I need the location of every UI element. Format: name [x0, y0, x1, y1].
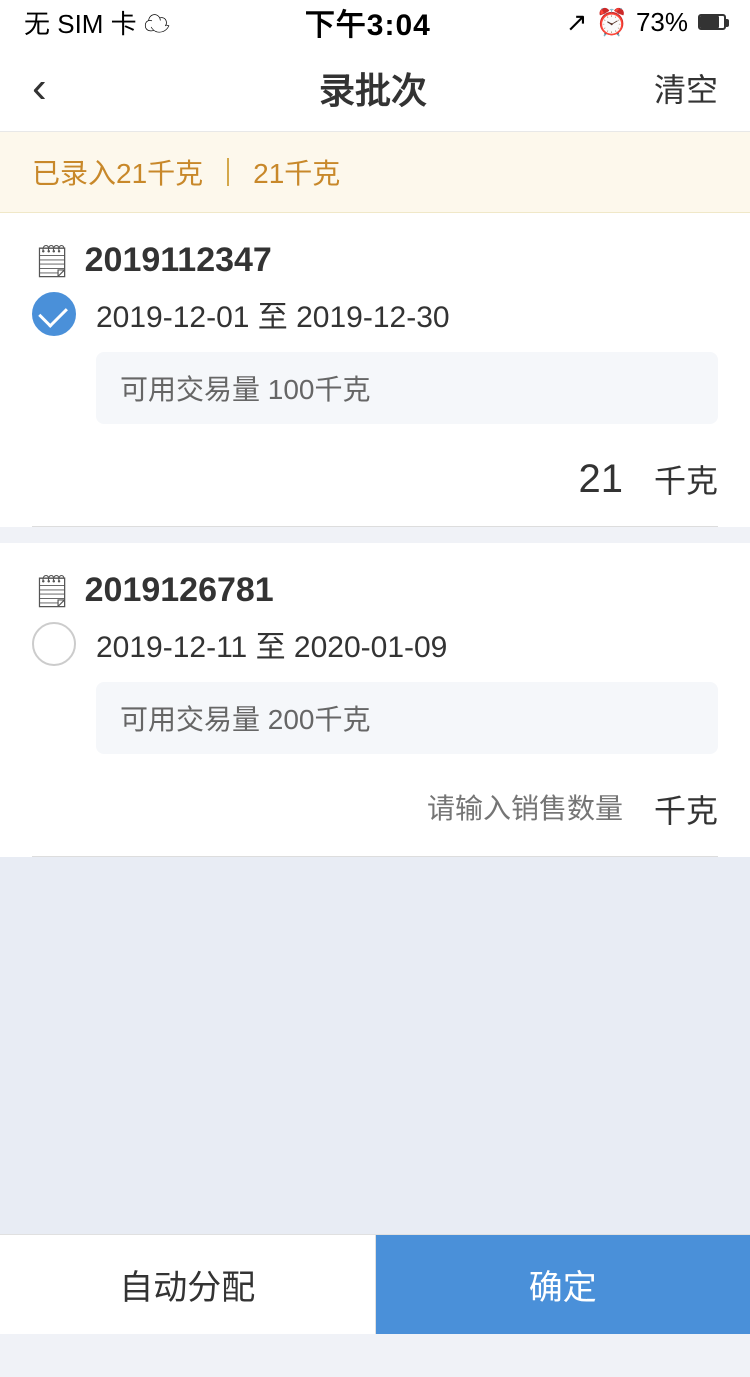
- quantity-row-1: 千克: [0, 440, 750, 526]
- card-separator-1: [0, 527, 750, 543]
- batch-date-1: 2019-12-01 至 2019-12-30: [96, 292, 450, 336]
- available-qty-box-1: 可用交易量 100千克: [96, 352, 718, 424]
- batch-header-2: 🗒 2019126781: [32, 571, 718, 610]
- batch-date-row-2[interactable]: 2019-12-11 至 2020-01-09: [32, 622, 718, 666]
- auto-distribute-button[interactable]: 自动分配: [0, 1235, 376, 1334]
- quantity-input-1[interactable]: [518, 457, 638, 502]
- back-button[interactable]: ‹: [32, 63, 92, 113]
- summary-banner: 已录入21千克 21千克: [0, 132, 750, 213]
- batch-card-1: 🗒 2019112347 2019-12-01 至 2019-12-30 可用交…: [0, 213, 750, 527]
- battery-text: 73%: [636, 7, 688, 38]
- clear-button[interactable]: 清空: [654, 65, 718, 111]
- quantity-row-2: 千克: [0, 770, 750, 856]
- batch-header-1: 🗒 2019112347: [32, 241, 718, 280]
- radio-checked-1[interactable]: [32, 292, 76, 336]
- status-bar: 无 SIM 卡 ☁ 下午3:04 ↗ ⏰ 73%: [0, 0, 750, 44]
- signal-text: 无 SIM 卡 ☁: [24, 4, 170, 41]
- available-qty-2: 可用交易量 200千克: [120, 704, 371, 735]
- main-content: 已录入21千克 21千克 🗒 2019112347 2019-12-01 至 2…: [0, 132, 750, 1377]
- status-left: 无 SIM 卡 ☁: [24, 4, 170, 41]
- confirm-button[interactable]: 确定: [376, 1235, 750, 1334]
- batch-id-icon-1: 🗒: [32, 242, 73, 280]
- total-label: 21千克: [253, 152, 340, 192]
- status-time: 下午3:04: [305, 0, 431, 44]
- batch-id-1: 2019112347: [85, 241, 272, 280]
- recorded-label: 已录入21千克: [32, 152, 203, 192]
- status-right: ↗ ⏰ 73%: [566, 7, 726, 38]
- batch-date-2: 2019-12-11 至 2020-01-09: [96, 622, 447, 666]
- available-qty-1: 可用交易量 100千克: [120, 374, 371, 405]
- batch-card-2: 🗒 2019126781 2019-12-11 至 2020-01-09 可用交…: [0, 543, 750, 857]
- quantity-unit-2: 千克: [654, 786, 718, 832]
- radio-unchecked-2[interactable]: [32, 622, 76, 666]
- battery-icon: [698, 14, 726, 30]
- location-icon: ↗: [566, 7, 588, 38]
- bottom-area: [0, 857, 750, 1277]
- alarm-icon: ⏰: [596, 7, 628, 38]
- quantity-unit-1: 千克: [654, 456, 718, 502]
- batch-id-2: 2019126781: [85, 571, 274, 610]
- batch-date-row-1[interactable]: 2019-12-01 至 2019-12-30: [32, 292, 718, 336]
- page-title: 录批次: [319, 62, 427, 114]
- summary-divider: [227, 158, 229, 186]
- quantity-input-2[interactable]: [338, 793, 638, 825]
- batch-item-1: 🗒 2019112347 2019-12-01 至 2019-12-30 可用交…: [0, 213, 750, 424]
- batch-item-2: 🗒 2019126781 2019-12-11 至 2020-01-09 可用交…: [0, 543, 750, 754]
- available-qty-box-2: 可用交易量 200千克: [96, 682, 718, 754]
- footer: 自动分配 确定: [0, 1234, 750, 1334]
- nav-bar: ‹ 录批次 清空: [0, 44, 750, 132]
- batch-id-icon-2: 🗒: [32, 572, 73, 610]
